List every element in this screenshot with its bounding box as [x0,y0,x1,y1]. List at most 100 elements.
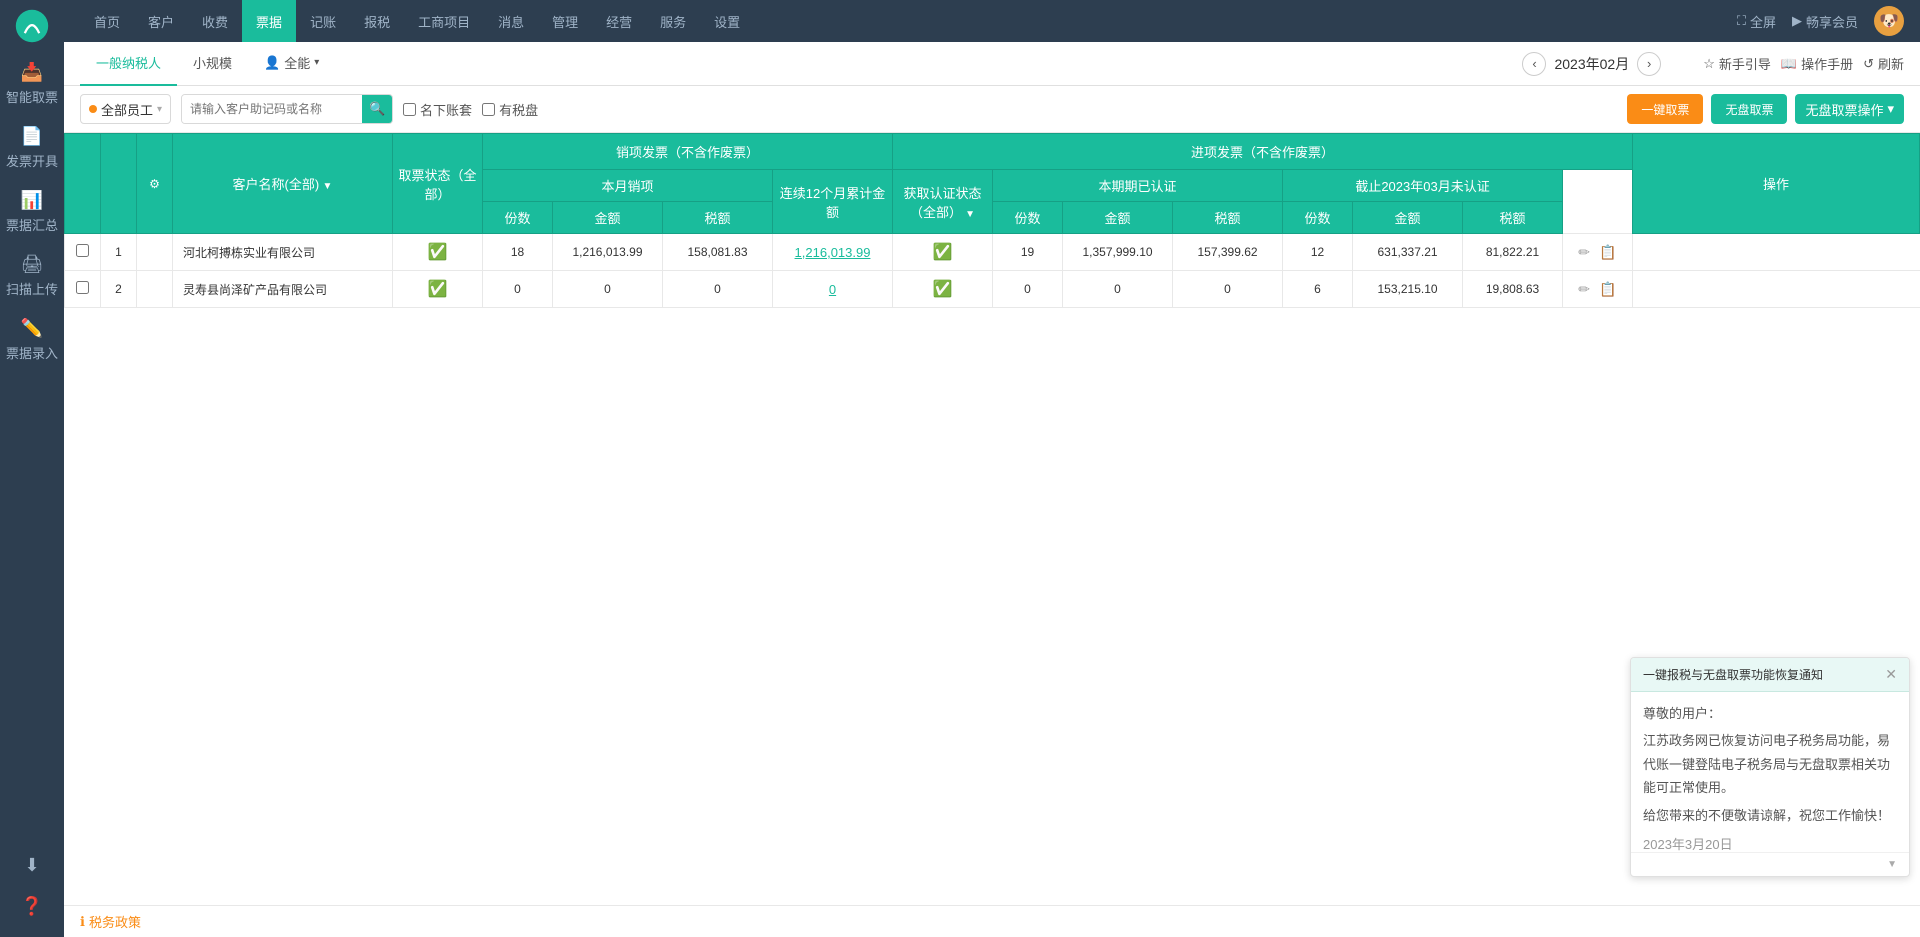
sidebar-item-smart-fetch[interactable]: 📥 智能取票 [0,52,64,116]
notification-bottom: ▼ [1631,852,1909,876]
search-button[interactable]: 🔍 [362,94,392,124]
th-sales-pieces: 份数 [483,202,553,234]
sidebar-item-label: 票据录入 [6,343,58,362]
th-customer-name[interactable]: 客户名称(全部) ▼ [173,134,393,234]
nav-bookkeeping[interactable]: 记账 [296,0,350,42]
nav-tax[interactable]: 报税 [350,0,404,42]
tax-disk-checkbox[interactable]: 有税盘 [482,100,538,119]
nav-management[interactable]: 管理 [538,0,592,42]
orange-dot [89,105,97,113]
notification-title: 一键报税与无盘取票功能恢复通知 [1643,666,1823,683]
no-disk-btn[interactable]: 无盘取票 [1711,94,1787,124]
cancel-check-icon: ✅ [428,281,448,298]
toolbar: 全部员工 ▾ 🔍 名下账套 有税盘 一键取票 无盘取票 无盘取票操作 ▾ [64,86,1920,133]
tab-small-scale[interactable]: 小规模 [177,42,248,86]
row-purchase-tax: 0 [1173,271,1283,308]
row-checkbox[interactable] [65,271,101,308]
row-checkbox[interactable] [65,234,101,271]
sidebar-item-help[interactable]: ❓ [0,886,64,927]
row-purchase-tax: 157,399.62 [1173,234,1283,271]
row-uncert-amount: 631,337.21 [1353,234,1463,271]
row-checkbox-input[interactable] [76,281,89,294]
next-date-btn[interactable]: › [1637,52,1661,76]
continuous-amount-link[interactable]: 0 [829,282,836,297]
sidebar-item-scan-upload[interactable]: 🖨 扫描上传 [0,244,64,308]
row-continuous-amount: 1,216,013.99 [773,234,893,271]
row-config [137,271,173,308]
row-num: 2 [101,271,137,308]
avatar[interactable]: 🐶 [1874,6,1904,36]
new-guide-btn[interactable]: ☆ 新手引导 [1703,54,1771,73]
th-cancel-status[interactable]: 取票状态（全部） [393,134,483,234]
download-checkbox-input[interactable] [403,103,416,116]
prev-date-btn[interactable]: ‹ [1522,52,1546,76]
continuous-amount-link[interactable]: 1,216,013.99 [795,245,871,260]
tab-bar-right: ‹ 2023年02月 › ☆ 新手引导 📖 操作手册 ↺ 刷新 [1522,52,1904,76]
nav-message[interactable]: 消息 [484,0,538,42]
th-sales-amount: 金额 [553,202,663,234]
sidebar: 📥 智能取票 📄 发票开具 📊 票据汇总 🖨 扫描上传 ✏️ 票据录入 ⬇ ❓ [0,0,64,937]
nav-settings[interactable]: 设置 [700,0,754,42]
table-row: 2 灵寿县尚泽矿产品有限公司 ✅ 0 0 0 0 ✅ 0 0 0 6 153,2… [65,271,1920,308]
row-uncert-pieces: 12 [1283,234,1353,271]
nav-customer[interactable]: 客户 [134,0,188,42]
th-purch-pieces: 份数 [993,202,1063,234]
download-checkbox[interactable]: 名下账套 [403,100,472,119]
notification-close-btn[interactable]: ✕ [1885,666,1897,683]
cert-check-icon: ✅ [933,281,953,298]
row-checkbox-input[interactable] [76,244,89,257]
employee-filter[interactable]: 全部员工 ▾ [80,94,171,124]
row-cancel-status: ✅ [393,271,483,308]
main-table: ⚙ 客户名称(全部) ▼ 取票状态（全部） 销项发票（不含作废票） 进项发票（ [64,133,1920,308]
notification-arrow [1859,657,1879,658]
edit-icon[interactable]: ✏ [1578,244,1590,260]
tax-policy-link[interactable]: ℹ 税务政策 [80,912,141,931]
sidebar-item-invoice-entry[interactable]: ✏️ 票据录入 [0,308,64,372]
nav-collection[interactable]: 收费 [188,0,242,42]
one-click-btn[interactable]: 一键取票 [1627,94,1703,124]
row-cert-status: ✅ [893,234,993,271]
row-actions: ✏ 📋 [1563,271,1633,308]
copy-icon[interactable]: 📋 [1599,244,1616,260]
no-disk-operations-btn[interactable]: 无盘取票操作 ▾ [1795,94,1904,124]
date-nav: ‹ 2023年02月 › [1522,52,1661,76]
nav-home[interactable]: 首页 [80,0,134,42]
sidebar-item-invoice-open[interactable]: 📄 发票开具 [0,116,64,180]
row-customer-name: 灵寿县尚泽矿产品有限公司 [173,271,393,308]
row-sales-amount: 0 [553,271,663,308]
bottom-bar: ℹ 税务政策 [64,905,1920,937]
th-uncert-pieces: 份数 [1283,202,1353,234]
row-num: 1 [101,234,137,271]
invoice-open-icon: 📄 [21,126,43,147]
member-btn[interactable]: ▶ 畅享会员 [1792,12,1858,31]
row-uncert-pieces: 6 [1283,271,1353,308]
row-uncert-tax: 81,822.21 [1463,234,1563,271]
nav-service[interactable]: 服务 [646,0,700,42]
star-icon: ☆ [1703,56,1715,72]
search-box: 🔍 [181,94,393,124]
th-sales-tax: 税额 [663,202,773,234]
nav-invoice[interactable]: 票据 [242,0,296,42]
tab-general-taxpayer[interactable]: 一般纳税人 [80,42,177,86]
th-uncert-amount: 金额 [1353,202,1463,234]
notification-body: 尊敬的用户： 江苏政务网已恢复访问电子税务局功能，易代账一键登陆电子税务局与无盘… [1631,692,1909,852]
sidebar-item-invoice-summary[interactable]: 📊 票据汇总 [0,180,64,244]
fullscreen-btn[interactable]: ⛶ 全屏 [1737,12,1776,31]
tax-disk-checkbox-input[interactable] [482,103,495,116]
manual-btn[interactable]: 📖 操作手册 [1781,54,1853,73]
tab-all[interactable]: 👤 全能 ▾ [248,42,335,86]
nav-business[interactable]: 工商项目 [404,0,484,42]
row-cancel-status: ✅ [393,234,483,271]
dropdown-arrow-icon: ▾ [1887,101,1894,117]
row-sales-pieces: 0 [483,271,553,308]
row-actions: ✏ 📋 [1563,234,1633,271]
copy-icon[interactable]: 📋 [1599,281,1616,297]
th-cert-status[interactable]: 获取认证状态（全部） ▼ [893,170,993,234]
refresh-btn[interactable]: ↺ 刷新 [1863,54,1904,73]
edit-icon[interactable]: ✏ [1578,281,1590,297]
notification-line1: 尊敬的用户： [1643,702,1897,725]
th-current-month-sales: 本月销项 [483,170,773,202]
nav-operation[interactable]: 经营 [592,0,646,42]
sidebar-item-download[interactable]: ⬇ [0,845,64,886]
search-input[interactable] [182,95,362,123]
